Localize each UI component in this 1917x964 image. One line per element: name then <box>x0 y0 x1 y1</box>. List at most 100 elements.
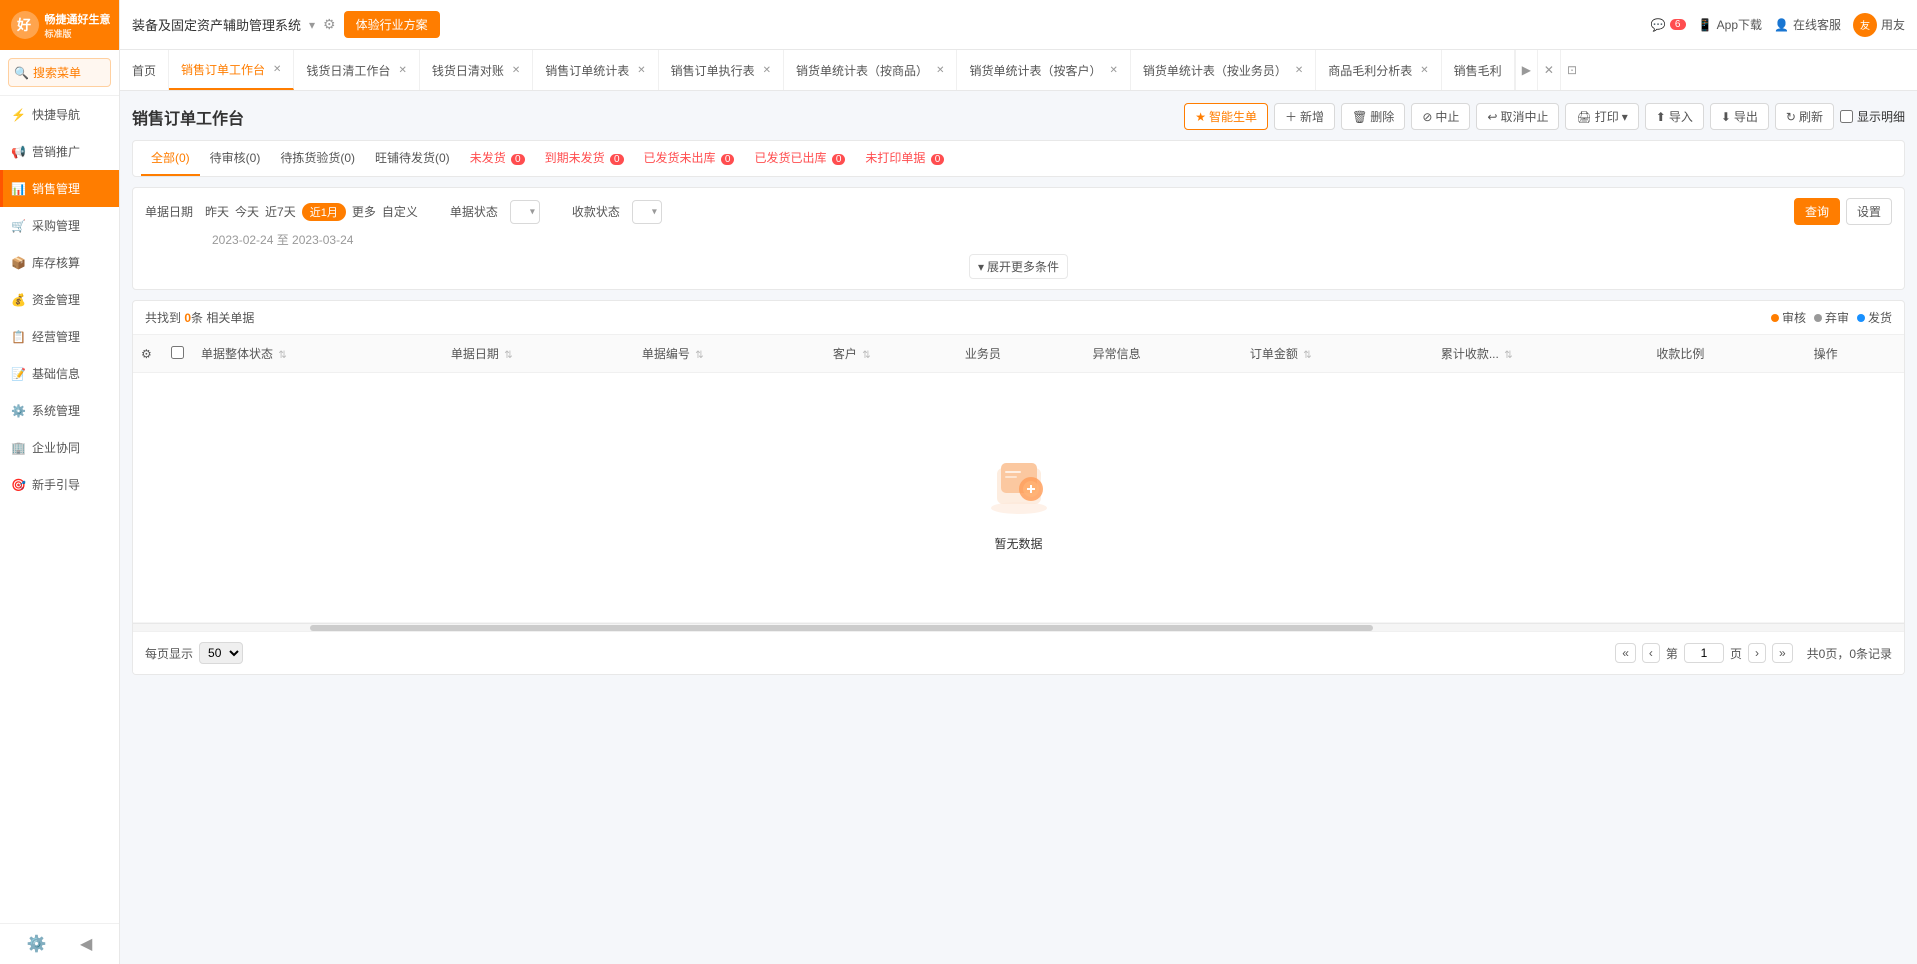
payment-select[interactable] <box>632 200 662 224</box>
sub-tab-shipped-not-out[interactable]: 已发货未出库 0 <box>634 141 745 176</box>
prev-page-button[interactable]: ‹ <box>1642 643 1660 663</box>
sidebar-item-finance[interactable]: 💰 资金管理 <box>0 281 119 318</box>
add-button[interactable]: ＋ 新增 <box>1274 103 1335 130</box>
tab-close-icon[interactable]: ✕ <box>1295 65 1303 76</box>
online-service-button[interactable]: 👤 在线客服 <box>1774 16 1841 33</box>
tab-close-icon[interactable]: ✕ <box>512 65 520 76</box>
sort-icon[interactable]: ⇅ <box>695 350 703 361</box>
setting-button[interactable]: 设置 <box>1846 198 1892 225</box>
settings-gear-icon[interactable]: ⚙ <box>323 16 336 33</box>
select-all-checkbox[interactable] <box>171 346 184 359</box>
user-button[interactable]: 友 用友 <box>1853 13 1905 37</box>
sub-tab-not-printed[interactable]: 未打印单据 0 <box>855 141 954 176</box>
sub-tab-not-shipped[interactable]: 未发货 0 <box>460 141 535 176</box>
expand-filter-button[interactable]: ▾ 展开更多条件 <box>969 254 1068 279</box>
stop-button[interactable]: ⊘ 中止 <box>1411 103 1470 130</box>
tab-close-icon[interactable]: ✕ <box>763 65 771 76</box>
col-ratio: 收款比例 <box>1648 335 1805 373</box>
tab-close-icon[interactable]: ✕ <box>637 65 645 76</box>
sort-icon[interactable]: ⇅ <box>278 350 286 361</box>
date-opt-custom[interactable]: 自定义 <box>382 203 418 220</box>
industry-solution-button[interactable]: 体验行业方案 <box>344 11 440 38</box>
sidebar-item-operation[interactable]: 📋 经营管理 <box>0 318 119 355</box>
sub-tab-pending-review[interactable]: 待审核(0) <box>200 141 271 176</box>
cancel-review-action-btn[interactable]: 弃审 <box>1814 309 1849 326</box>
print-button[interactable]: 🖨 打印 ▾ <box>1565 103 1638 130</box>
sidebar-item-marketing[interactable]: 📢 营销推广 <box>0 133 119 170</box>
sidebar-item-sales[interactable]: 📊 销售管理 <box>0 170 119 207</box>
sub-tab-shipped-out[interactable]: 已发货已出库 0 <box>744 141 855 176</box>
show-detail-input[interactable] <box>1840 110 1853 123</box>
sort-icon[interactable]: ⇅ <box>1303 350 1311 361</box>
collapse-icon[interactable]: ◀ <box>80 934 92 954</box>
sidebar-item-system[interactable]: ⚙️ 系统管理 <box>0 392 119 429</box>
tab-sales-exec[interactable]: 销售订单执行表 ✕ <box>659 50 784 90</box>
next-page-button[interactable]: › <box>1748 643 1766 663</box>
tab-close-icon[interactable]: ✕ <box>1420 65 1428 76</box>
import-button[interactable]: ⬆ 导入 <box>1645 103 1704 130</box>
sidebar-item-quick-nav[interactable]: ⚡ 快捷导航 <box>0 96 119 133</box>
delete-button[interactable]: 🗑 删除 <box>1341 103 1405 130</box>
date-opt-last7[interactable]: 近7天 <box>265 203 296 220</box>
col-settings[interactable]: ⚙ <box>133 335 163 373</box>
tab-sales-stat[interactable]: 销售订单统计表 ✕ <box>533 50 658 90</box>
date-opt-today[interactable]: 今天 <box>235 203 259 220</box>
sidebar-item-basic[interactable]: 📝 基础信息 <box>0 355 119 392</box>
sidebar-item-purchase[interactable]: 🛒 采购管理 <box>0 207 119 244</box>
app-download-button[interactable]: 📱 App下载 <box>1698 16 1762 33</box>
sidebar-item-inventory[interactable]: 📦 库存核算 <box>0 244 119 281</box>
scroll-thumb[interactable] <box>310 625 1373 631</box>
tab-sales-profit[interactable]: 销售毛利 <box>1442 50 1515 90</box>
last-page-button[interactable]: » <box>1772 643 1793 663</box>
tab-close-icon[interactable]: ✕ <box>398 65 406 76</box>
page-number-input[interactable] <box>1684 643 1724 663</box>
ship-action-btn[interactable]: 发货 <box>1857 309 1892 326</box>
date-filter-label: 单据日期 <box>145 203 193 220</box>
tab-nav-more[interactable]: ▶ <box>1515 50 1537 90</box>
sort-icon[interactable]: ⇅ <box>1504 350 1512 361</box>
tab-close-icon[interactable]: ✕ <box>273 64 281 75</box>
chevron-down-icon: ▾ <box>978 260 984 274</box>
date-opt-last1month[interactable]: 近1月 <box>302 203 346 221</box>
search-menu-button[interactable]: 🔍 搜索菜单 <box>8 58 111 87</box>
tab-sales-summary-staff[interactable]: 销货单统计表（按业务员） ✕ <box>1131 50 1316 90</box>
show-detail-checkbox[interactable]: 显示明细 <box>1840 108 1905 125</box>
first-page-button[interactable]: « <box>1615 643 1636 663</box>
export-button[interactable]: ⬇ 导出 <box>1710 103 1769 130</box>
tab-close-icon[interactable]: ✕ <box>1109 65 1117 76</box>
review-action-btn[interactable]: 审核 <box>1771 309 1806 326</box>
date-opt-yesterday[interactable]: 昨天 <box>205 203 229 220</box>
sub-tab-wangpu[interactable]: 旺铺待发货(0) <box>365 141 460 176</box>
smart-create-button[interactable]: ★ 智能生单 <box>1184 103 1268 130</box>
sidebar-item-enterprise[interactable]: 🏢 企业协同 <box>0 429 119 466</box>
tab-close-icon[interactable]: ✕ <box>936 65 944 76</box>
tab-nav-close[interactable]: ✕ <box>1537 50 1560 90</box>
sidebar-item-guide[interactable]: 🎯 新手引导 <box>0 466 119 503</box>
sort-icon[interactable]: ⇅ <box>862 350 870 361</box>
sort-icon[interactable]: ⇅ <box>504 350 512 361</box>
settings-icon[interactable]: ⚙️ <box>27 934 47 954</box>
cancel-review-label: 弃审 <box>1825 309 1849 326</box>
tab-cash-reconcile[interactable]: 钱货日清对账 ✕ <box>420 50 533 90</box>
per-page-select[interactable]: 50 <box>199 642 243 664</box>
date-opt-more[interactable]: 更多 <box>352 203 376 220</box>
search-button[interactable]: 查询 <box>1794 198 1840 225</box>
tab-cash-daily[interactable]: 钱货日清工作台 ✕ <box>294 50 419 90</box>
sub-tab-pending-inspect[interactable]: 待拣货验货(0) <box>270 141 365 176</box>
expired-badge: 0 <box>610 154 624 165</box>
scroll-indicator[interactable] <box>133 623 1904 631</box>
sub-tab-expired-not-shipped[interactable]: 到期未发货 0 <box>535 141 634 176</box>
dropdown-icon[interactable]: ▾ <box>309 18 315 32</box>
cancel-stop-button[interactable]: ↩ 取消中止 <box>1476 103 1559 130</box>
tab-nav-expand[interactable]: ⊡ <box>1560 50 1583 90</box>
tab-sales-workbench[interactable]: 销售订单工作台 ✕ <box>169 50 294 90</box>
tab-sales-summary-product[interactable]: 销货单统计表（按商品） ✕ <box>784 50 957 90</box>
sub-tab-all[interactable]: 全部(0) <box>141 141 200 176</box>
tab-sales-summary-customer[interactable]: 销货单统计表（按客户） ✕ <box>957 50 1130 90</box>
tab-product-margin[interactable]: 商品毛利分析表 ✕ <box>1316 50 1441 90</box>
message-button[interactable]: 💬 6 <box>1651 18 1686 32</box>
refresh-button[interactable]: ↻ 刷新 <box>1775 103 1834 130</box>
tab-home[interactable]: 首页 <box>120 50 169 90</box>
col-checkbox[interactable] <box>163 335 193 373</box>
status-select[interactable] <box>510 200 540 224</box>
